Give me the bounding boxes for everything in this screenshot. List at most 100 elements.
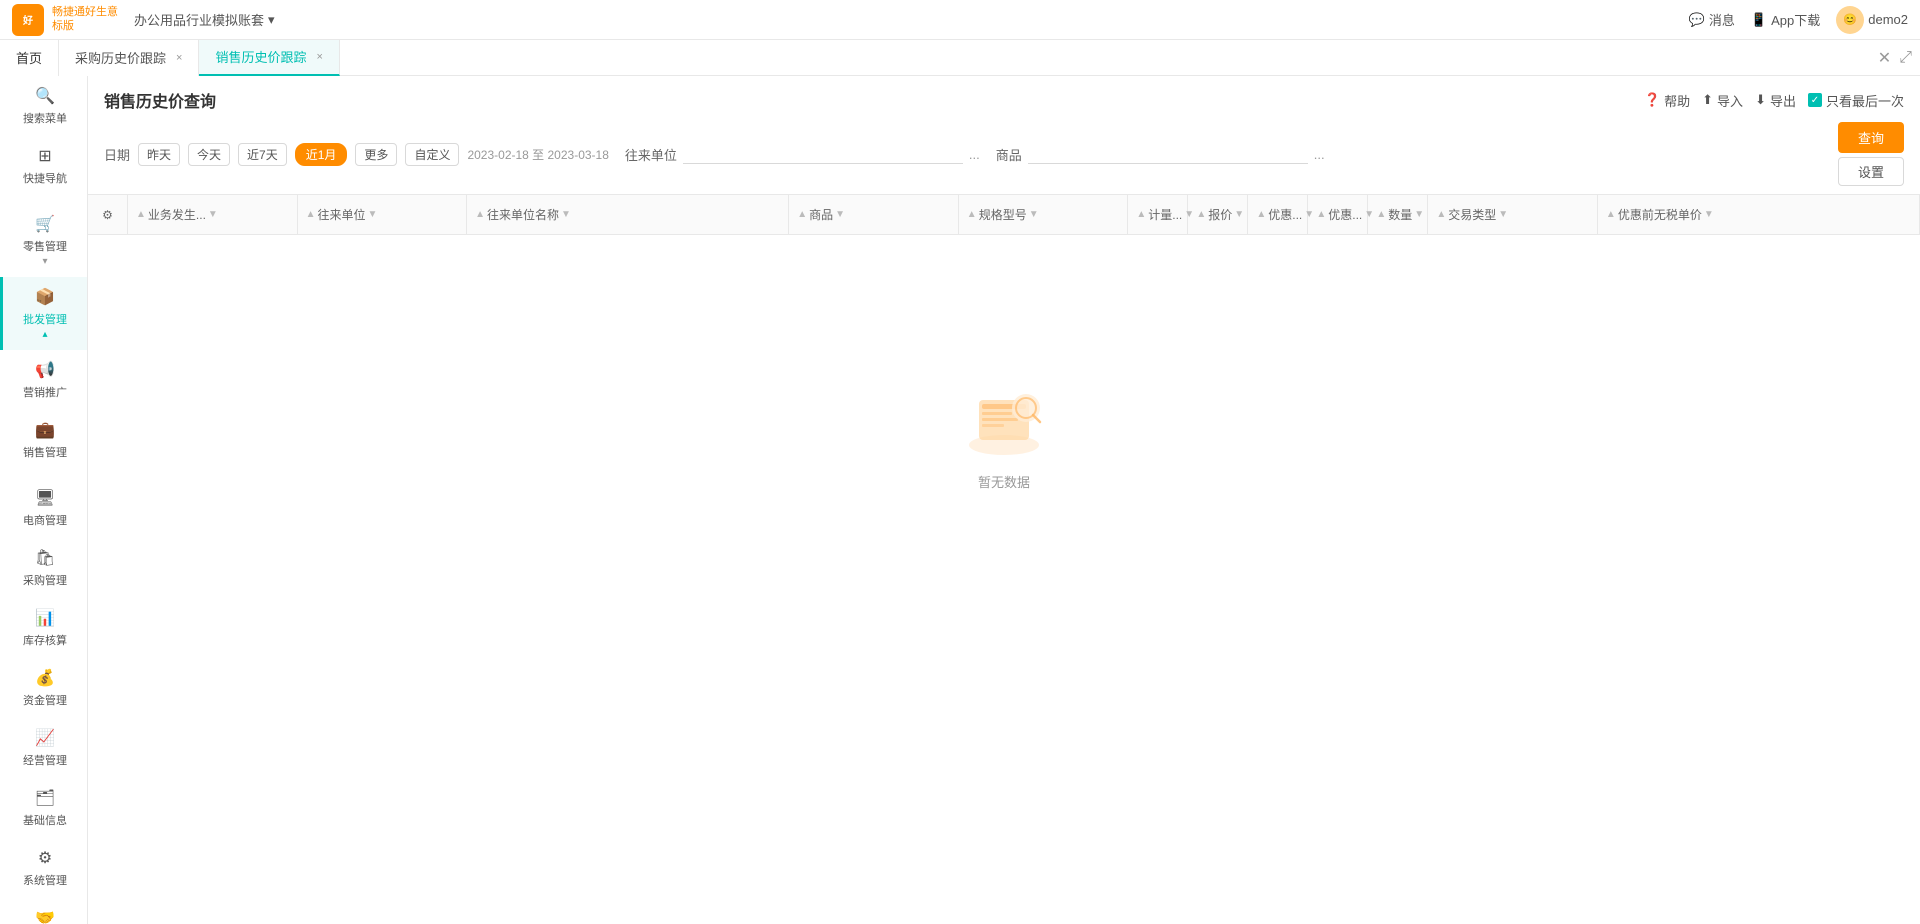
- expand-tabs-icon[interactable]: ⤢: [1899, 49, 1912, 67]
- sidebar-label-wholesale: 批发管理: [23, 311, 67, 327]
- sort-down-icon-4: ▼: [835, 209, 845, 220]
- export-icon: ⬇: [1755, 92, 1766, 108]
- table-area: ⚙ ▲ 业务发生... ▼ ▲ 往来单位 ▼ ▲ 往来单位名称 ▼: [88, 195, 1920, 924]
- sidebar-item-wholesale[interactable]: 📦 批发管理 ▴: [0, 277, 87, 350]
- sales-icon: 💼: [35, 420, 55, 440]
- settings-button[interactable]: 设置: [1838, 157, 1904, 186]
- sort-up-icon-11: ▲: [1436, 209, 1446, 220]
- empty-state: 暂无数据: [88, 235, 1920, 635]
- sidebar-label-quick-nav: 快捷导航: [23, 170, 67, 186]
- sort-up-icon-5: ▲: [967, 209, 977, 220]
- sidebar-item-ecom[interactable]: 🖥 电商管理: [0, 478, 87, 538]
- sort-up-icon-7: ▲: [1196, 209, 1206, 220]
- checkbox-icon: ✓: [1808, 93, 1822, 107]
- help-button[interactable]: ❓ 帮助: [1644, 91, 1690, 110]
- th-price[interactable]: ▲ 报价 ▼: [1188, 195, 1248, 234]
- date-btn-7days[interactable]: 近7天: [238, 143, 287, 166]
- sort-up-icon-10: ▲: [1376, 209, 1386, 220]
- th-discount1[interactable]: ▲ 优惠... ▼: [1248, 195, 1308, 234]
- th-partner-name[interactable]: ▲ 往来单位名称 ▼: [467, 195, 789, 234]
- tab-sales-history[interactable]: 销售历史价跟踪 ×: [199, 40, 339, 76]
- sidebar-item-retail[interactable]: 🛒 零售管理 ▾: [0, 204, 87, 277]
- sidebar-label-ecom: 电商管理: [23, 512, 67, 528]
- settings-col-icon: ⚙: [102, 208, 113, 222]
- close-purchase-tab-icon[interactable]: ×: [176, 52, 182, 64]
- date-btn-today[interactable]: 今天: [188, 143, 230, 166]
- close-sales-tab-icon[interactable]: ×: [316, 51, 322, 63]
- sort-down-icon-10: ▼: [1414, 209, 1424, 220]
- close-all-tabs-icon[interactable]: ✕: [1878, 48, 1891, 68]
- sidebar-label-basic: 基础信息: [23, 812, 67, 828]
- date-btn-1month[interactable]: 近1月: [295, 143, 348, 166]
- wholesale-icon: 📦: [35, 287, 55, 307]
- import-button[interactable]: ⬆ 导入: [1702, 91, 1743, 110]
- partner-filter-group: 往来单位 ...: [625, 144, 980, 164]
- tab-purchase-history[interactable]: 采购历史价跟踪 ×: [59, 40, 199, 76]
- sort-up-icon-8: ▲: [1256, 209, 1266, 220]
- sidebar-item-system[interactable]: ⚙ 系统管理: [0, 838, 87, 898]
- sidebar-item-basic[interactable]: 🗂 基础信息: [0, 778, 87, 838]
- sort-up-icon-9: ▲: [1316, 209, 1326, 220]
- th-discount2[interactable]: ▲ 优惠... ▼: [1308, 195, 1368, 234]
- topbar-right: 💬 消息 📱 App下载 😊 demo2: [1689, 6, 1908, 34]
- sidebar-item-collab[interactable]: 🤝 企业协同: [0, 898, 87, 924]
- grid-icon: ⊞: [38, 146, 51, 166]
- sort-up-icon-6: ▲: [1136, 209, 1146, 220]
- tab-home[interactable]: 首页: [0, 40, 59, 76]
- sort-up-icon-12: ▲: [1606, 209, 1616, 220]
- th-partner-code[interactable]: ▲ 往来单位 ▼: [298, 195, 468, 234]
- content-area: 销售历史价查询 ❓ 帮助 ⬆ 导入 ⬇ 导出 ✓: [88, 76, 1920, 924]
- th-trade-type[interactable]: ▲ 交易类型 ▼: [1428, 195, 1598, 234]
- only-last-checkbox[interactable]: ✓ 只看最后一次: [1808, 91, 1904, 110]
- phone-icon: 📱: [1751, 12, 1767, 28]
- message-icon: 💬: [1689, 12, 1705, 28]
- sort-down-icon-3: ▼: [561, 209, 571, 220]
- th-settings[interactable]: ⚙: [88, 195, 128, 234]
- sidebar-item-ops[interactable]: 📈 经营管理: [0, 718, 87, 778]
- partner-picker-icon[interactable]: ...: [969, 147, 980, 162]
- product-picker-icon[interactable]: ...: [1314, 147, 1325, 162]
- date-btn-custom[interactable]: 自定义: [405, 143, 459, 166]
- retail-icon: 🛒: [35, 214, 55, 234]
- marketing-icon: 📢: [35, 360, 55, 380]
- sidebar-item-purchase[interactable]: 🛍 采购管理: [0, 538, 87, 598]
- arrow-up-icon: ▴: [42, 329, 47, 340]
- sidebar-item-sales[interactable]: 💼 销售管理: [0, 410, 87, 470]
- app-selector[interactable]: 办公用品行业模拟账套 ▾: [126, 6, 283, 33]
- th-qty[interactable]: ▲ 数量 ▼: [1368, 195, 1428, 234]
- th-unit[interactable]: ▲ 计量... ▼: [1128, 195, 1188, 234]
- th-product[interactable]: ▲ 商品 ▼: [789, 195, 959, 234]
- page-title-row: 销售历史价查询 ❓ 帮助 ⬆ 导入 ⬇ 导出 ✓: [104, 88, 1904, 112]
- sidebar-item-finance[interactable]: 💰 资金管理: [0, 658, 87, 718]
- th-biz-date[interactable]: ▲ 业务发生... ▼: [128, 195, 298, 234]
- svg-text:好: 好: [22, 14, 33, 27]
- collab-icon: 🤝: [35, 908, 55, 924]
- th-spec[interactable]: ▲ 规格型号 ▼: [959, 195, 1129, 234]
- sidebar-item-search-menu[interactable]: 🔍 搜索菜单: [0, 76, 87, 136]
- finance-icon: 💰: [35, 668, 55, 688]
- arrow-down-icon: ▾: [42, 256, 47, 267]
- sidebar-item-quick-nav[interactable]: ⊞ 快捷导航: [0, 136, 87, 196]
- home-tab-label: 首页: [16, 48, 42, 67]
- date-filter-group: 日期 昨天 今天 近7天 近1月 更多 自定义 2023-02-18 至 202…: [104, 143, 609, 166]
- sidebar-label-system: 系统管理: [23, 872, 67, 888]
- sort-down-icon-2: ▼: [367, 209, 377, 220]
- product-input[interactable]: [1028, 144, 1308, 164]
- sort-up-icon-4: ▲: [797, 209, 807, 220]
- topbar-left: 好 畅捷通好生意 标版 办公用品行业模拟账套 ▾: [12, 4, 283, 36]
- export-button[interactable]: ⬇ 导出: [1755, 91, 1796, 110]
- app-download-button[interactable]: 📱 App下载: [1751, 10, 1820, 29]
- date-btn-more[interactable]: 更多: [355, 143, 397, 166]
- date-btn-yesterday[interactable]: 昨天: [138, 143, 180, 166]
- partner-input[interactable]: [683, 144, 963, 164]
- query-button[interactable]: 查询: [1838, 122, 1904, 153]
- date-range-display: 2023-02-18 至 2023-03-18: [467, 146, 608, 163]
- header-actions: ❓ 帮助 ⬆ 导入 ⬇ 导出 ✓ 只看最后一次: [1644, 91, 1904, 110]
- main-layout: 🔍 搜索菜单 ⊞ 快捷导航 🛒 零售管理 ▾ 📦 批发管理 ▴ 📢 营销推广 💼…: [0, 76, 1920, 924]
- user-menu[interactable]: 😊 demo2: [1836, 6, 1908, 34]
- th-tax-price[interactable]: ▲ 优惠前无税单价 ▼: [1598, 195, 1920, 234]
- sort-up-icon: ▲: [136, 209, 146, 220]
- sidebar-item-marketing[interactable]: 📢 营销推广: [0, 350, 87, 410]
- sidebar-item-inventory[interactable]: 📊 库存核算: [0, 598, 87, 658]
- message-button[interactable]: 💬 消息: [1689, 10, 1735, 29]
